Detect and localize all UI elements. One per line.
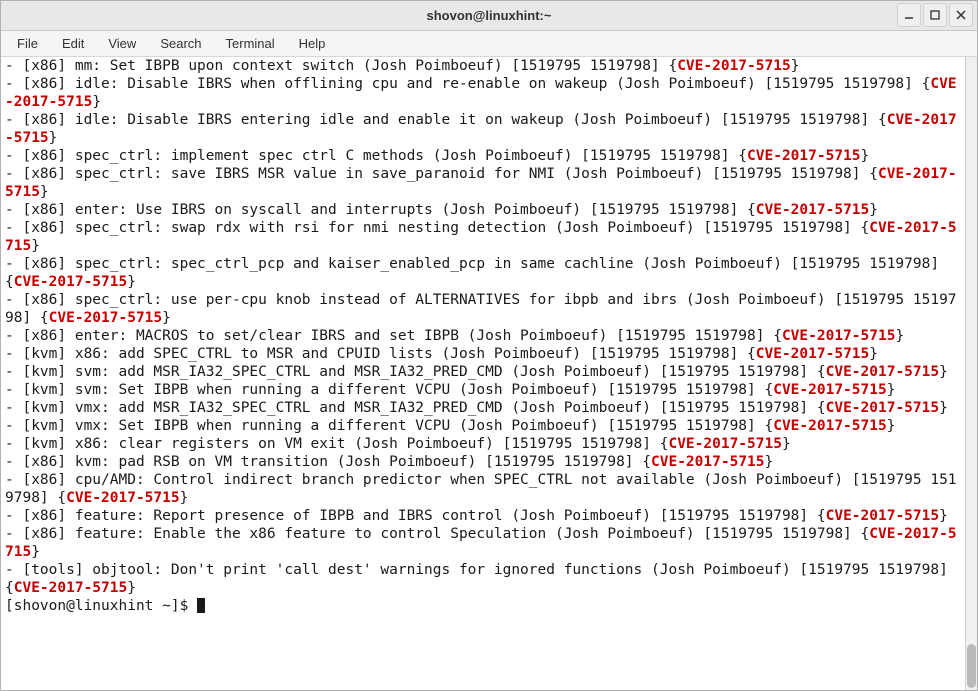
terminal-window: shovon@linuxhint:~ File Edit View Search… (0, 0, 978, 691)
menu-edit[interactable]: Edit (52, 33, 94, 54)
cve-id: CVE-2017-5715 (677, 58, 791, 74)
cve-id: CVE-2017-5715 (5, 112, 957, 146)
close-button[interactable] (949, 3, 973, 27)
cve-id: CVE-2017-5715 (49, 310, 163, 326)
cve-id: CVE-2017-5715 (747, 148, 861, 164)
cve-id: CVE-2017-5715 (826, 508, 940, 524)
cve-id: CVE-2017-5715 (651, 454, 765, 470)
scrollbar-thumb[interactable] (967, 644, 976, 688)
cve-id: CVE-2017-5715 (773, 418, 887, 434)
cve-id: CVE-2017-5715 (826, 364, 940, 380)
cve-id: CVE-2017-5715 (668, 436, 782, 452)
scrollbar-track[interactable] (966, 57, 977, 690)
maximize-button[interactable] (923, 3, 947, 27)
minimize-button[interactable] (897, 3, 921, 27)
window-title: shovon@linuxhint:~ (1, 8, 977, 23)
scrollbar[interactable] (965, 57, 977, 690)
cve-id: CVE-2017-5715 (826, 400, 940, 416)
cve-id: CVE-2017-5715 (782, 328, 896, 344)
cve-id: CVE-2017-5715 (66, 490, 180, 506)
cve-id: CVE-2017-5715 (14, 274, 128, 290)
minimize-icon (904, 10, 914, 20)
menu-view[interactable]: View (98, 33, 146, 54)
cve-id: CVE-2017-5715 (5, 526, 957, 560)
cve-id: CVE-2017-5715 (773, 382, 887, 398)
window-controls (897, 3, 973, 27)
menu-search[interactable]: Search (150, 33, 211, 54)
maximize-icon (930, 10, 940, 20)
cve-id: CVE-2017-5715 (756, 202, 870, 218)
cve-id: CVE-2017-5715 (5, 220, 957, 254)
menu-terminal[interactable]: Terminal (216, 33, 285, 54)
titlebar: shovon@linuxhint:~ (1, 1, 977, 31)
menubar: File Edit View Search Terminal Help (1, 31, 977, 57)
cve-id: CVE-2017-5715 (14, 580, 128, 596)
menu-help[interactable]: Help (289, 33, 336, 54)
cve-id: CVE-2017-5715 (756, 346, 870, 362)
cursor (197, 598, 205, 613)
cve-id: CVE-2017-5715 (5, 76, 957, 110)
shell-prompt: [shovon@linuxhint ~]$ (5, 598, 197, 614)
terminal-output[interactable]: - [x86] mm: Set IBPB upon context switch… (1, 57, 965, 690)
close-icon (956, 10, 966, 20)
cve-id: CVE-2017-5715 (5, 166, 957, 200)
menu-file[interactable]: File (7, 33, 48, 54)
